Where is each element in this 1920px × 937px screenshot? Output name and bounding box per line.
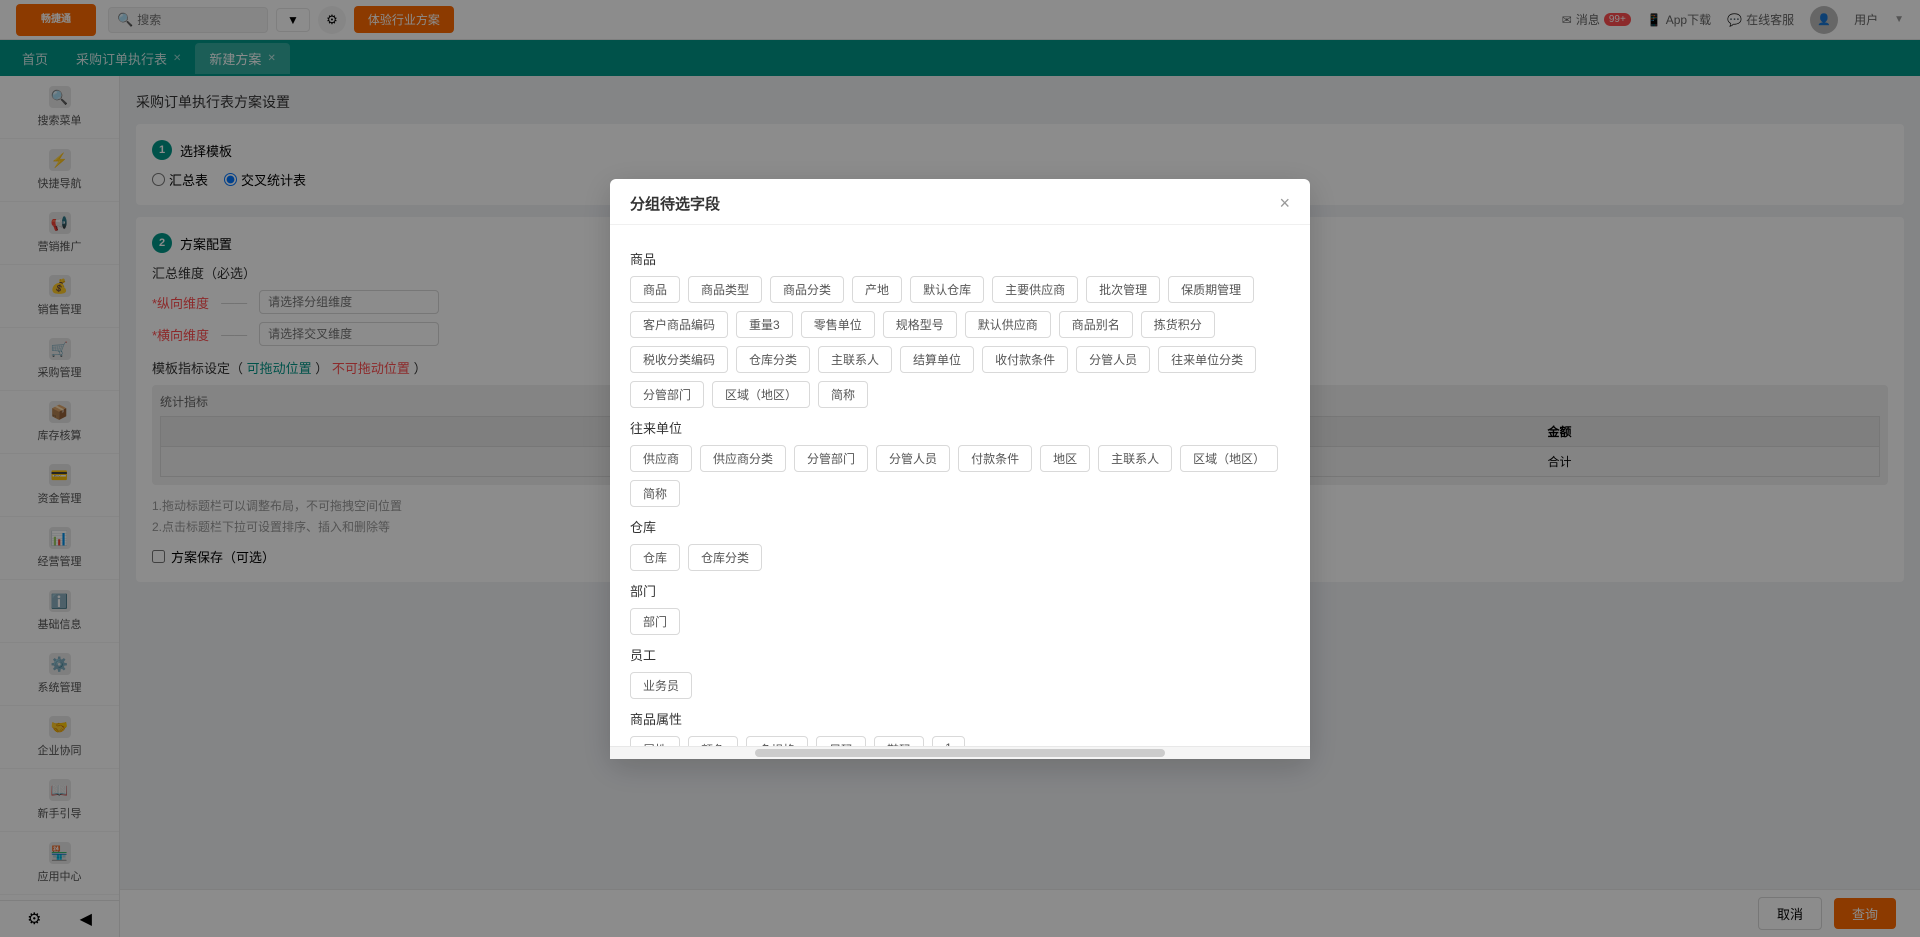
field-tag-1-1[interactable]: 供应商分类	[700, 445, 786, 472]
field-tags-3: 部门	[630, 608, 1290, 635]
field-group-title-3: 部门	[630, 581, 1290, 600]
field-tags-4: 业务员	[630, 672, 1290, 699]
field-tag-1-5[interactable]: 地区	[1040, 445, 1090, 472]
field-tag-1-4[interactable]: 付款条件	[958, 445, 1032, 472]
field-tag-0-22[interactable]: 分管部门	[630, 381, 704, 408]
field-tag-0-16[interactable]: 仓库分类	[736, 346, 810, 373]
modal-title: 分组待选字段	[630, 193, 720, 214]
modal-close-icon[interactable]: ×	[1279, 194, 1290, 212]
field-tag-0-24[interactable]: 简称	[818, 381, 868, 408]
field-tag-1-7[interactable]: 区域（地区）	[1180, 445, 1278, 472]
field-tag-0-8[interactable]: 客户商品编码	[630, 311, 728, 338]
field-group-title-5: 商品属性	[630, 709, 1290, 728]
field-tag-5-5[interactable]: 1	[932, 736, 965, 747]
field-tag-1-0[interactable]: 供应商	[630, 445, 692, 472]
field-tag-0-11[interactable]: 规格型号	[883, 311, 957, 338]
modal-overlay: 分组待选字段 × 商品商品商品类型商品分类产地默认仓库主要供应商批次管理保质期管…	[0, 0, 1920, 937]
field-tags-1: 供应商供应商分类分管部门分管人员付款条件地区主联系人区域（地区） 简称	[630, 445, 1290, 507]
field-tag-0-9[interactable]: 重量3	[736, 311, 793, 338]
field-group-title-2: 仓库	[630, 517, 1290, 536]
field-tags-0: 商品商品类型商品分类产地默认仓库主要供应商批次管理保质期管理客户商品编码重量3 零…	[630, 276, 1290, 408]
field-tag-0-15[interactable]: 税收分类编码	[630, 346, 728, 373]
field-tags-5: 属性颜色多规格尺码鞋码 1	[630, 736, 1290, 747]
field-tag-0-0[interactable]: 商品	[630, 276, 680, 303]
field-tag-0-23[interactable]: 区域（地区）	[712, 381, 810, 408]
field-tag-1-8[interactable]: 简称	[630, 480, 680, 507]
field-tag-0-12[interactable]: 默认供应商	[965, 311, 1051, 338]
field-group-title-1: 往来单位	[630, 418, 1290, 437]
field-tag-0-4[interactable]: 默认仓库	[910, 276, 984, 303]
field-tag-0-2[interactable]: 商品分类	[770, 276, 844, 303]
field-tag-4-0[interactable]: 业务员	[630, 672, 692, 699]
field-tag-0-5[interactable]: 主要供应商	[992, 276, 1078, 303]
field-tag-0-6[interactable]: 批次管理	[1086, 276, 1160, 303]
field-tag-5-1[interactable]: 颜色	[688, 736, 738, 747]
field-tag-5-2[interactable]: 多规格	[746, 736, 808, 747]
field-tag-0-10[interactable]: 零售单位	[801, 311, 875, 338]
field-tag-5-3[interactable]: 尺码	[816, 736, 866, 747]
field-tag-0-14[interactable]: 拣货积分	[1141, 311, 1215, 338]
modal: 分组待选字段 × 商品商品商品类型商品分类产地默认仓库主要供应商批次管理保质期管…	[610, 179, 1310, 759]
modal-body: 商品商品商品类型商品分类产地默认仓库主要供应商批次管理保质期管理客户商品编码重量…	[610, 225, 1310, 747]
field-tag-0-7[interactable]: 保质期管理	[1168, 276, 1254, 303]
field-tag-0-21[interactable]: 往来单位分类	[1158, 346, 1256, 373]
field-tag-0-19[interactable]: 收付款条件	[982, 346, 1068, 373]
field-tag-3-0[interactable]: 部门	[630, 608, 680, 635]
field-tag-0-3[interactable]: 产地	[852, 276, 902, 303]
field-tag-2-1[interactable]: 仓库分类	[688, 544, 762, 571]
field-tag-1-2[interactable]: 分管部门	[794, 445, 868, 472]
modal-hscrollbar[interactable]	[755, 749, 1165, 757]
field-tag-1-3[interactable]: 分管人员	[876, 445, 950, 472]
field-tag-5-0[interactable]: 属性	[630, 736, 680, 747]
field-group-title-4: 员工	[630, 645, 1290, 664]
field-tag-0-17[interactable]: 主联系人	[818, 346, 892, 373]
field-tag-0-18[interactable]: 结算单位	[900, 346, 974, 373]
modal-header: 分组待选字段 ×	[610, 179, 1310, 225]
field-group-title-0: 商品	[630, 249, 1290, 268]
field-tag-5-4[interactable]: 鞋码	[874, 736, 924, 747]
modal-scrollbar-area	[610, 746, 1310, 758]
field-tag-0-13[interactable]: 商品别名	[1059, 311, 1133, 338]
field-tag-1-6[interactable]: 主联系人	[1098, 445, 1172, 472]
field-tags-2: 仓库仓库分类	[630, 544, 1290, 571]
field-tag-0-1[interactable]: 商品类型	[688, 276, 762, 303]
field-tag-0-20[interactable]: 分管人员	[1076, 346, 1150, 373]
field-tag-2-0[interactable]: 仓库	[630, 544, 680, 571]
